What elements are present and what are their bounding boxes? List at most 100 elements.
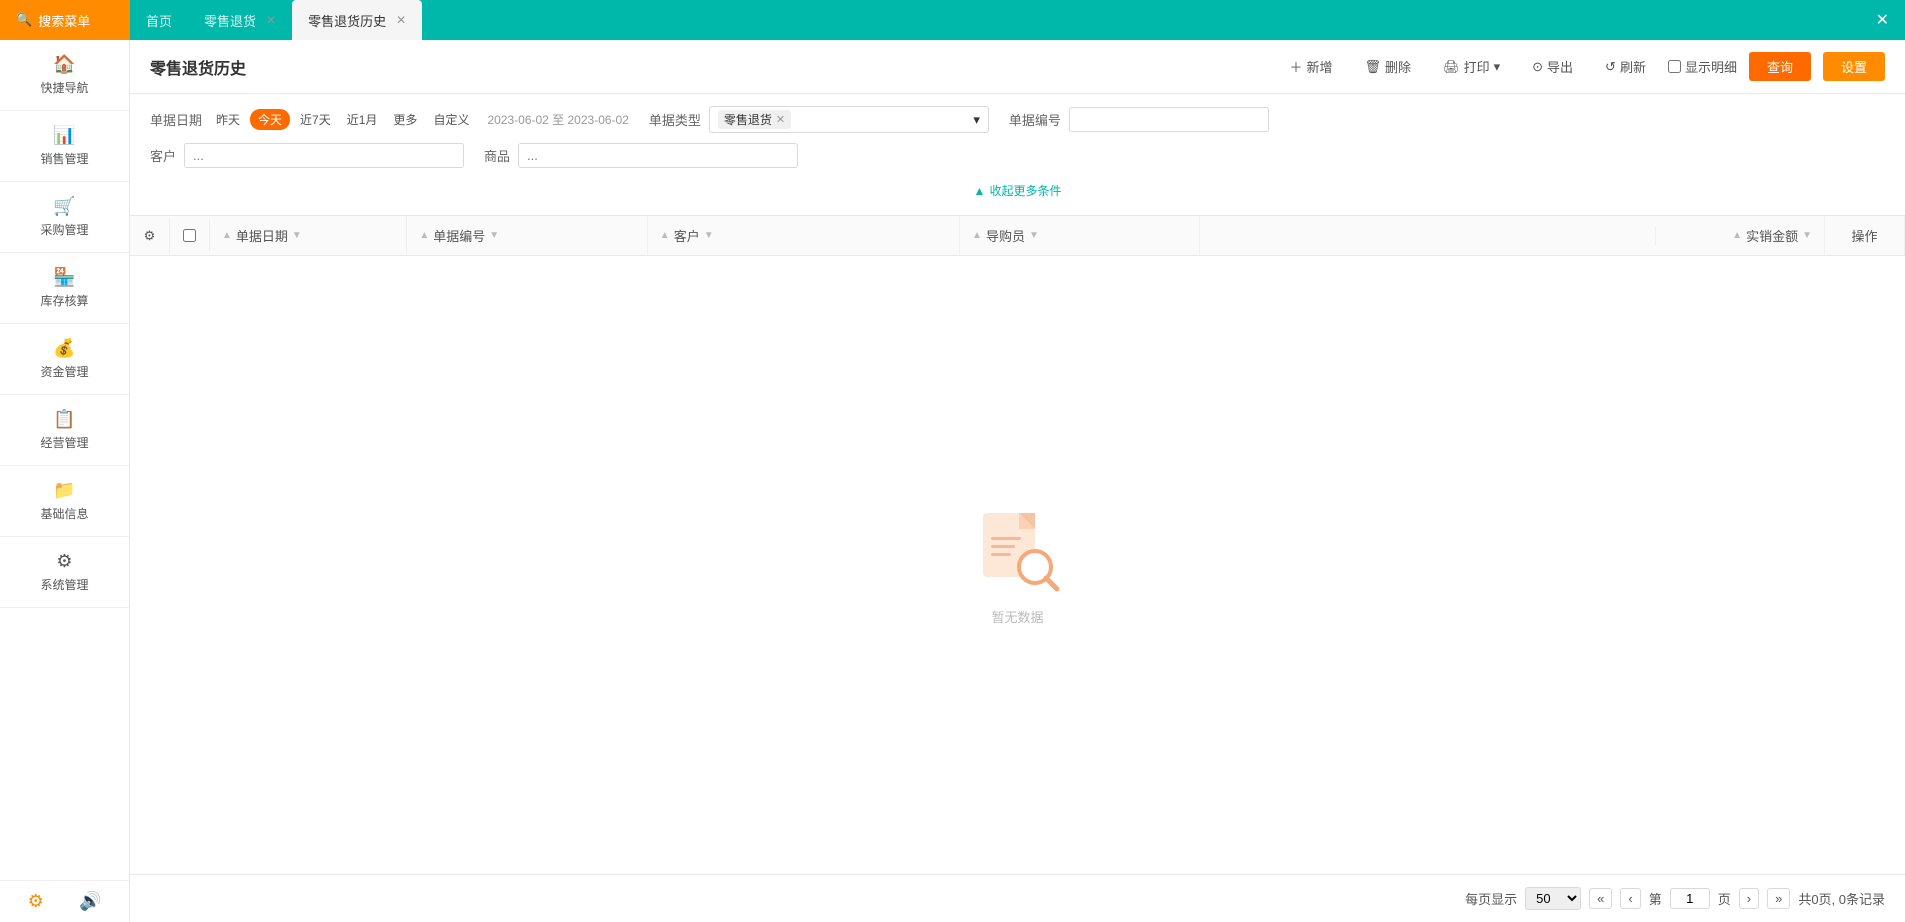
sidebar-item-inventory[interactable]: 🏪 库存核算 [0,253,129,324]
new-button[interactable]: ＋ 新增 [1279,53,1342,80]
delete-button[interactable]: 🗑 删除 [1355,53,1422,80]
sort-desc-icon-customer: ▼ [704,230,714,241]
filter-row-1: 单据日期 昨天 今天 近7天 近1月 更多 自定义 2023-06-02 至 2… [150,106,1885,133]
th-ops-label: 操作 [1851,226,1877,245]
bill-type-select[interactable]: 零售退货 ✕ ▾ [709,106,989,133]
bill-no-label: 单据编号 [1009,110,1061,129]
goods-input[interactable] [518,143,798,168]
date-today-btn[interactable]: 今天 [250,109,290,130]
sort-asc-icon-billno: ▲ [419,230,429,241]
delete-icon: 🗑 [1365,59,1382,75]
tab-retail-return-history-close[interactable]: ✕ [396,13,406,27]
purchase-icon: 🛒 [53,196,75,217]
th-settings[interactable]: ⚙ [130,218,170,254]
sidebar-item-management-label: 经营管理 [40,434,88,451]
tab-retail-return-close[interactable]: ✕ [266,13,276,27]
bill-type-tag-text: 零售退货 [724,111,772,128]
sidebar-sound-icon[interactable]: 🔊 [79,891,101,912]
sales-icon: 📊 [53,125,75,146]
sidebar-item-sales[interactable]: 📊 销售管理 [0,111,129,182]
sidebar-item-quicknav[interactable]: 🏠 快捷导航 [0,40,129,111]
date-7days-btn[interactable]: 近7天 [294,109,337,130]
page-header: 零售退货历史 ＋ 新增 🗑 删除 🖨 打印 ▾ ⊙ 导出 [130,40,1905,94]
set-button[interactable]: 设置 [1823,52,1885,81]
th-billno-label: 单据编号 [433,226,485,245]
query-button[interactable]: 查询 [1749,52,1811,81]
tab-retail-return-history[interactable]: 零售退货历史 ✕ [292,0,422,40]
tab-home[interactable]: 首页 [130,0,188,40]
tab-home-label: 首页 [146,11,172,30]
sidebar-item-finance[interactable]: 💰 资金管理 [0,324,129,395]
customer-label: 客户 [150,146,176,165]
customer-input[interactable] [184,143,464,168]
sort-asc-icon-guide: ▲ [972,230,982,241]
export-button[interactable]: ⊙ 导出 [1522,53,1583,80]
next-page-button[interactable]: › [1739,888,1759,909]
new-icon: ＋ [1289,57,1302,76]
customer-filter: 客户 [150,143,464,168]
display-detail-toggle[interactable]: 显示明细 [1668,57,1737,76]
last-page-button[interactable]: » [1767,888,1790,909]
sidebar-item-purchase[interactable]: 🛒 采购管理 [0,182,129,253]
date-more-btn[interactable]: 更多 [387,109,423,130]
sidebar-item-basic-info-label: 基础信息 [40,505,88,522]
page-unit: 页 [1718,889,1731,908]
print-button[interactable]: 🖨 打印 ▾ [1433,53,1510,80]
print-label: 打印 [1464,57,1490,76]
display-detail-checkbox[interactable] [1668,60,1681,73]
page-size-label: 每页显示 [1465,889,1517,908]
refresh-button[interactable]: ↺ 刷新 [1595,53,1656,80]
page-number-input[interactable] [1670,888,1710,909]
page-size-select[interactable]: 20 50 100 200 [1525,887,1581,910]
topbar: 🔍 搜索菜单 首页 零售退货 ✕ 零售退货历史 ✕ ✕ [0,0,1905,40]
date-filter: 单据日期 昨天 今天 近7天 近1月 更多 自定义 2023-06-02 至 2… [150,109,629,130]
prev-page-button[interactable]: ‹ [1620,888,1640,909]
sidebar-item-basic-info[interactable]: 📁 基础信息 [0,466,129,537]
sidebar-item-management[interactable]: 📋 经营管理 [0,395,129,466]
sort-desc-icon-guide: ▼ [1029,230,1039,241]
bill-no-filter: 单据编号 [1009,107,1269,132]
print-icon: 🖨 [1443,59,1460,75]
filter-area: 单据日期 昨天 今天 近7天 近1月 更多 自定义 2023-06-02 至 2… [130,94,1905,216]
th-billno[interactable]: ▲ 单据编号 ▼ [407,216,647,255]
sort-asc-icon: ▲ [222,230,232,241]
th-amount[interactable]: ▲ 实销金额 ▼ [1656,216,1825,255]
sidebar-settings-icon[interactable]: ⚙ [28,891,44,912]
print-arrow-icon: ▾ [1494,59,1501,75]
empty-state: 暂无数据 [130,256,1905,874]
window-close-button[interactable]: ✕ [1860,10,1905,30]
search-menu-label: 搜索菜单 [38,11,90,30]
content-area: 零售退货历史 ＋ 新增 🗑 删除 🖨 打印 ▾ ⊙ 导出 [130,40,1905,922]
date-1month-btn[interactable]: 近1月 [341,109,384,130]
sidebar-item-system[interactable]: ⚙ 系统管理 [0,537,129,608]
th-date-label: 单据日期 [236,226,288,245]
th-customer[interactable]: ▲ 客户 ▼ [648,216,960,255]
sort-asc-icon-customer: ▲ [660,230,670,241]
date-yesterday-btn[interactable]: 昨天 [210,109,246,130]
tab-retail-return[interactable]: 零售退货 ✕ [188,0,292,40]
system-icon: ⚙ [56,551,72,572]
sort-desc-icon: ▼ [292,230,302,241]
first-page-button[interactable]: « [1589,888,1612,909]
bill-no-input[interactable] [1069,107,1269,132]
collapse-up-icon: ▲ [974,184,986,198]
th-date[interactable]: ▲ 单据日期 ▼ [210,216,407,255]
th-amount-label: 实销金额 [1746,226,1798,245]
select-all-checkbox[interactable] [183,229,196,242]
collapse-conditions-button[interactable]: ▲ 收起更多条件 [150,178,1885,203]
management-icon: 📋 [53,409,75,430]
th-checkbox[interactable] [170,219,210,252]
page-label: 第 [1649,889,1662,908]
refresh-label: 刷新 [1620,57,1646,76]
tab-retail-return-label: 零售退货 [204,11,256,30]
new-label: 新增 [1307,57,1333,76]
bill-type-label: 单据类型 [649,110,701,129]
bill-type-tag-close[interactable]: ✕ [776,113,785,126]
th-guide[interactable]: ▲ 导购员 ▼ [960,216,1200,255]
date-custom-btn[interactable]: 自定义 [427,109,475,130]
sort-desc-icon-billno: ▼ [489,230,499,241]
sidebar-item-system-label: 系统管理 [40,576,88,593]
search-menu-button[interactable]: 🔍 搜索菜单 [0,0,130,40]
empty-illustration [973,505,1063,595]
th-ops: 操作 [1825,216,1905,255]
